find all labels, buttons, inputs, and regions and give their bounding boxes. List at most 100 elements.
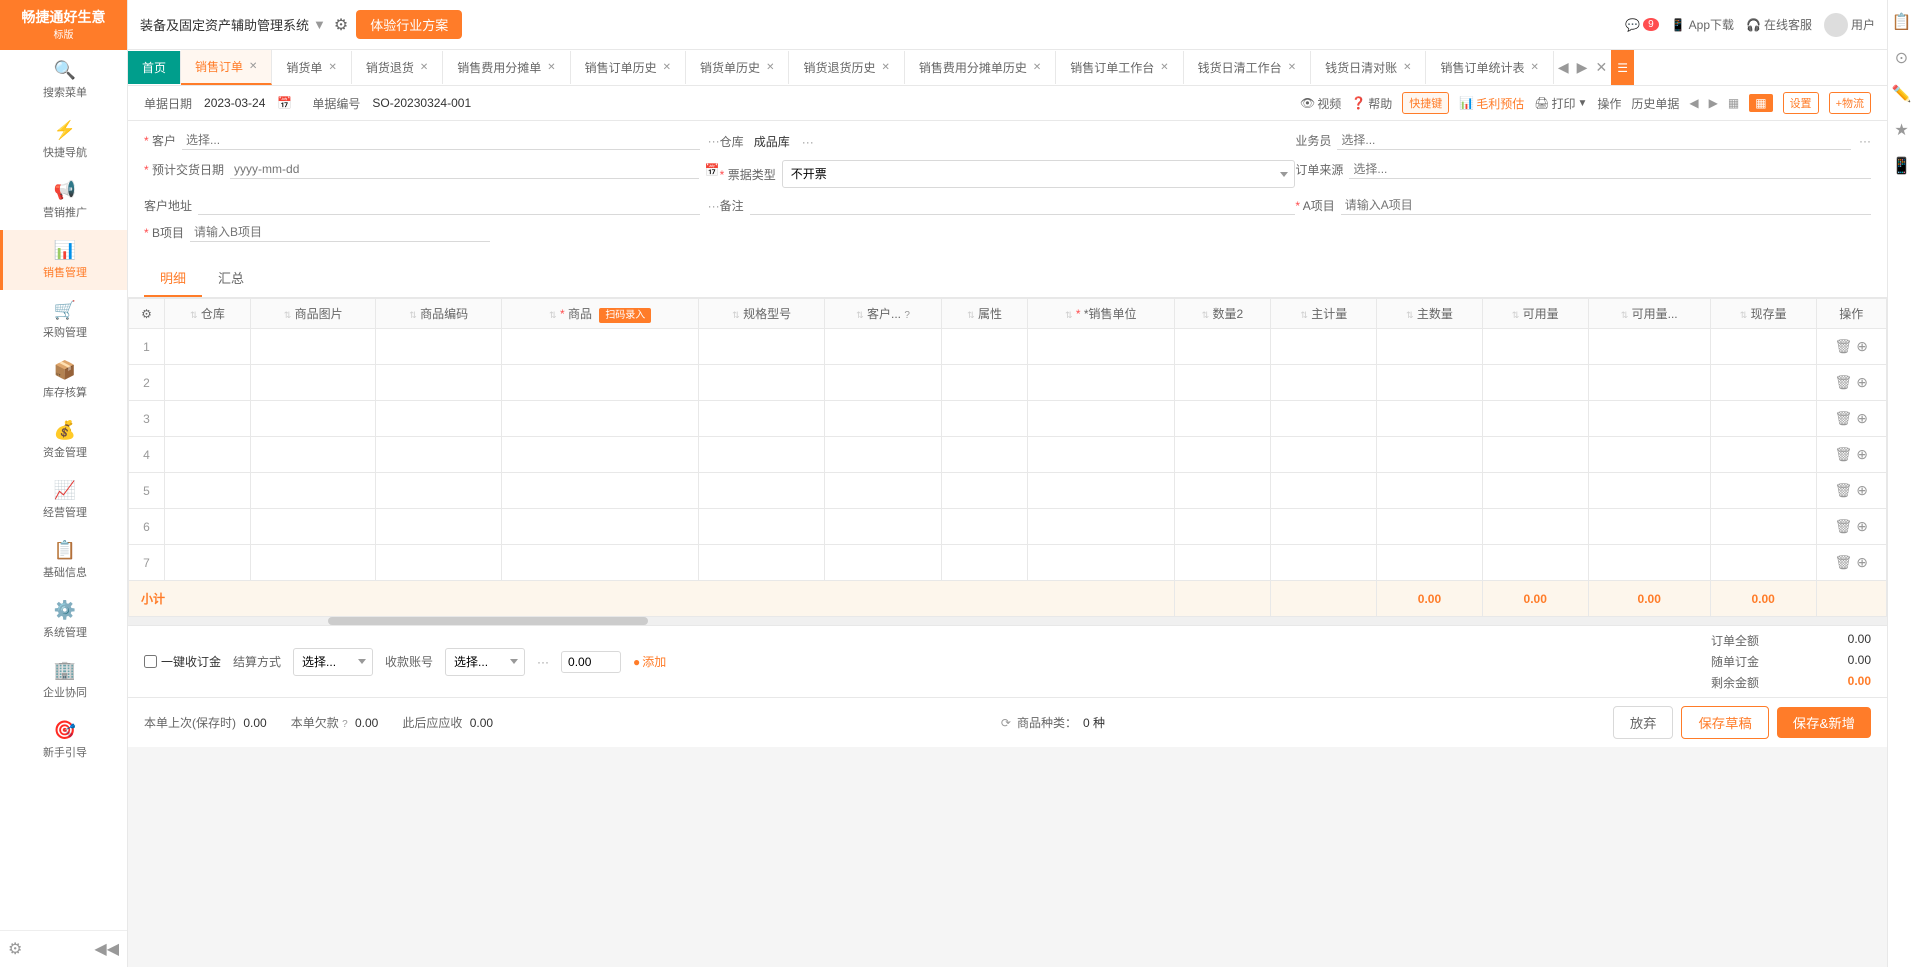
row-1-product[interactable] — [502, 329, 699, 365]
app-download[interactable]: 📱 App下载 — [1671, 16, 1734, 33]
auto-confirm-label[interactable]: 一键收订金 — [144, 653, 221, 670]
credit-help-icon[interactable]: ? — [342, 719, 348, 730]
save-new-button[interactable]: 保存&新增 — [1777, 707, 1871, 738]
tab-expense-history-close-icon[interactable]: ✕ — [1033, 62, 1041, 73]
panel-icon-1[interactable]: 📋 — [1888, 8, 1915, 36]
profit-icon[interactable]: 📊 毛利预估 — [1459, 95, 1524, 112]
row-1-main-qty[interactable] — [1377, 329, 1483, 365]
address-input[interactable] — [198, 196, 700, 215]
tab-refund-history[interactable]: 销货退货历史 ✕ — [789, 51, 904, 84]
sidebar-item-basic[interactable]: 📋 基础信息 — [0, 530, 127, 590]
tab-expense-history[interactable]: 销售费用分摊单历史 ✕ — [905, 51, 1056, 84]
account-select[interactable]: 选择... — [445, 648, 525, 676]
row-1-spec[interactable] — [699, 329, 825, 365]
tab-refund-history-close-icon[interactable]: ✕ — [881, 62, 889, 73]
row-1-copy-icon[interactable]: ⊕ — [1856, 338, 1868, 355]
material-button[interactable]: +物流 — [1829, 92, 1871, 114]
tab-home[interactable]: 首页 — [128, 51, 181, 84]
sidebar-item-search[interactable]: 🔍 搜索菜单 — [0, 50, 127, 110]
row-4-copy-icon[interactable]: ⊕ — [1856, 446, 1868, 463]
sidebar-item-quicknav[interactable]: ⚡ 快捷导航 — [0, 110, 127, 170]
row-6-copy-icon[interactable]: ⊕ — [1856, 518, 1868, 535]
tab-sales-refund[interactable]: 销货退货 ✕ — [352, 51, 443, 84]
tab-scroll-left-icon[interactable]: ◀ — [1554, 59, 1573, 76]
sidebar-item-purchase[interactable]: 🛒 采购管理 — [0, 290, 127, 350]
warehouse-more-icon[interactable]: ··· — [802, 135, 814, 149]
tab-sales-stats[interactable]: 销售订单统计表 ✕ — [1426, 51, 1553, 84]
collapse-icon[interactable]: ◀◀ — [94, 939, 119, 959]
grid-view-icon[interactable]: ▦ — [1728, 96, 1739, 110]
row-2-product[interactable] — [502, 365, 699, 401]
panel-icon-2[interactable]: ⊙ — [1891, 44, 1912, 72]
online-service[interactable]: 🎧 在线客服 — [1746, 16, 1812, 33]
order-source-input[interactable] — [1349, 160, 1871, 179]
row-3-copy-icon[interactable]: ⊕ — [1856, 410, 1868, 427]
row-1-code[interactable] — [376, 329, 502, 365]
a-project-input[interactable] — [1341, 196, 1871, 215]
address-more-icon[interactable]: ··· — [708, 199, 720, 213]
tab-scroll-right-icon[interactable]: ▶ — [1573, 59, 1592, 76]
row-2-copy-icon[interactable]: ⊕ — [1856, 374, 1868, 391]
settings-button[interactable]: 设置 — [1783, 92, 1819, 114]
tab-order-history-close-icon[interactable]: ✕ — [663, 62, 671, 73]
tab-sales-refund-close-icon[interactable]: ✕ — [420, 62, 428, 73]
tab-menu-icon[interactable]: ☰ — [1611, 50, 1634, 85]
row-1-customer-code[interactable] — [824, 329, 941, 365]
help-icon[interactable]: ❓ 帮助 — [1351, 95, 1392, 112]
settings-icon[interactable]: ⚙ — [334, 15, 348, 35]
tab-order-history[interactable]: 销售订单历史 ✕ — [571, 51, 686, 84]
print-button[interactable]: 🖨 打印 ▼ — [1534, 95, 1587, 112]
customer-input[interactable] — [182, 131, 700, 150]
scan-btn[interactable]: 扫码录入 — [599, 308, 651, 323]
row-2-warehouse[interactable] — [165, 365, 251, 401]
scrollbar-thumb[interactable] — [328, 617, 648, 625]
tab-return-history[interactable]: 销货单历史 ✕ — [686, 51, 789, 84]
row-2-customer-code[interactable] — [824, 365, 941, 401]
sidebar-item-marketing[interactable]: 📢 营销推广 — [0, 170, 127, 230]
row-2-code[interactable] — [376, 365, 502, 401]
row-2-sales-unit[interactable] — [1027, 365, 1174, 401]
tab-sales-return-close-icon[interactable]: ✕ — [328, 62, 336, 73]
settings-gear-icon[interactable]: ⚙ — [8, 939, 22, 959]
row-3-delete-icon[interactable]: 🗑 — [1835, 410, 1853, 427]
b-project-input[interactable] — [190, 223, 490, 242]
tab-detail[interactable]: 明细 — [144, 260, 202, 297]
calendar-icon[interactable]: 📅 — [277, 96, 292, 110]
delivery-date-input[interactable] — [230, 160, 699, 179]
account-more-icon[interactable]: ··· — [537, 655, 549, 669]
row-7-delete-icon[interactable]: 🗑 — [1835, 554, 1853, 571]
industry-solution-button[interactable]: 体验行业方案 — [356, 10, 462, 39]
row-1-qty2[interactable] — [1174, 329, 1271, 365]
history-button[interactable]: 历史单据 — [1631, 95, 1679, 112]
row-4-delete-icon[interactable]: 🗑 — [1835, 446, 1853, 463]
sidebar-item-inventory[interactable]: 📦 库存核算 — [0, 350, 127, 410]
nav-right-icon[interactable]: ▶ — [1709, 96, 1718, 110]
tab-order-workbench-close-icon[interactable]: ✕ — [1160, 62, 1168, 73]
tab-return-history-close-icon[interactable]: ✕ — [766, 62, 774, 73]
user-area[interactable]: 用户 — [1824, 13, 1875, 37]
tab-close-all-icon[interactable]: ✕ — [1591, 59, 1611, 76]
add-item-button[interactable]: ● 添加 — [633, 653, 666, 670]
row-2-qty2[interactable] — [1174, 365, 1271, 401]
row-1-warehouse[interactable] — [165, 329, 251, 365]
sidebar-item-guide[interactable]: 🎯 新手引导 — [0, 710, 127, 770]
tab-sales-order[interactable]: 销售订单 ✕ — [181, 50, 272, 85]
auto-confirm-checkbox[interactable] — [144, 655, 157, 668]
panel-icon-3[interactable]: ✏️ — [1888, 80, 1915, 108]
remarks-input[interactable] — [750, 196, 1296, 215]
tab-sales-order-close-icon[interactable]: ✕ — [249, 61, 257, 72]
nav-left-icon[interactable]: ◀ — [1689, 96, 1698, 110]
salesperson-input[interactable] — [1337, 131, 1851, 150]
sidebar-item-operations[interactable]: 📈 经营管理 — [0, 470, 127, 530]
row-7-copy-icon[interactable]: ⊕ — [1856, 554, 1868, 571]
payment-method-select[interactable]: 选择... — [293, 648, 373, 676]
invoice-type-select[interactable]: 不开票 — [782, 160, 1296, 188]
discard-button[interactable]: 放弃 — [1613, 706, 1674, 739]
split-view-icon[interactable]: ▦ — [1749, 94, 1772, 112]
view-icon[interactable]: 👁 视频 — [1300, 95, 1341, 112]
notification-area[interactable]: 💬 9 — [1625, 18, 1659, 32]
row-5-copy-icon[interactable]: ⊕ — [1856, 482, 1868, 499]
tab-cashier-reconcile-close-icon[interactable]: ✕ — [1403, 62, 1411, 73]
customer-code-help-icon[interactable]: ? — [904, 310, 910, 321]
amount-input[interactable] — [561, 651, 621, 673]
